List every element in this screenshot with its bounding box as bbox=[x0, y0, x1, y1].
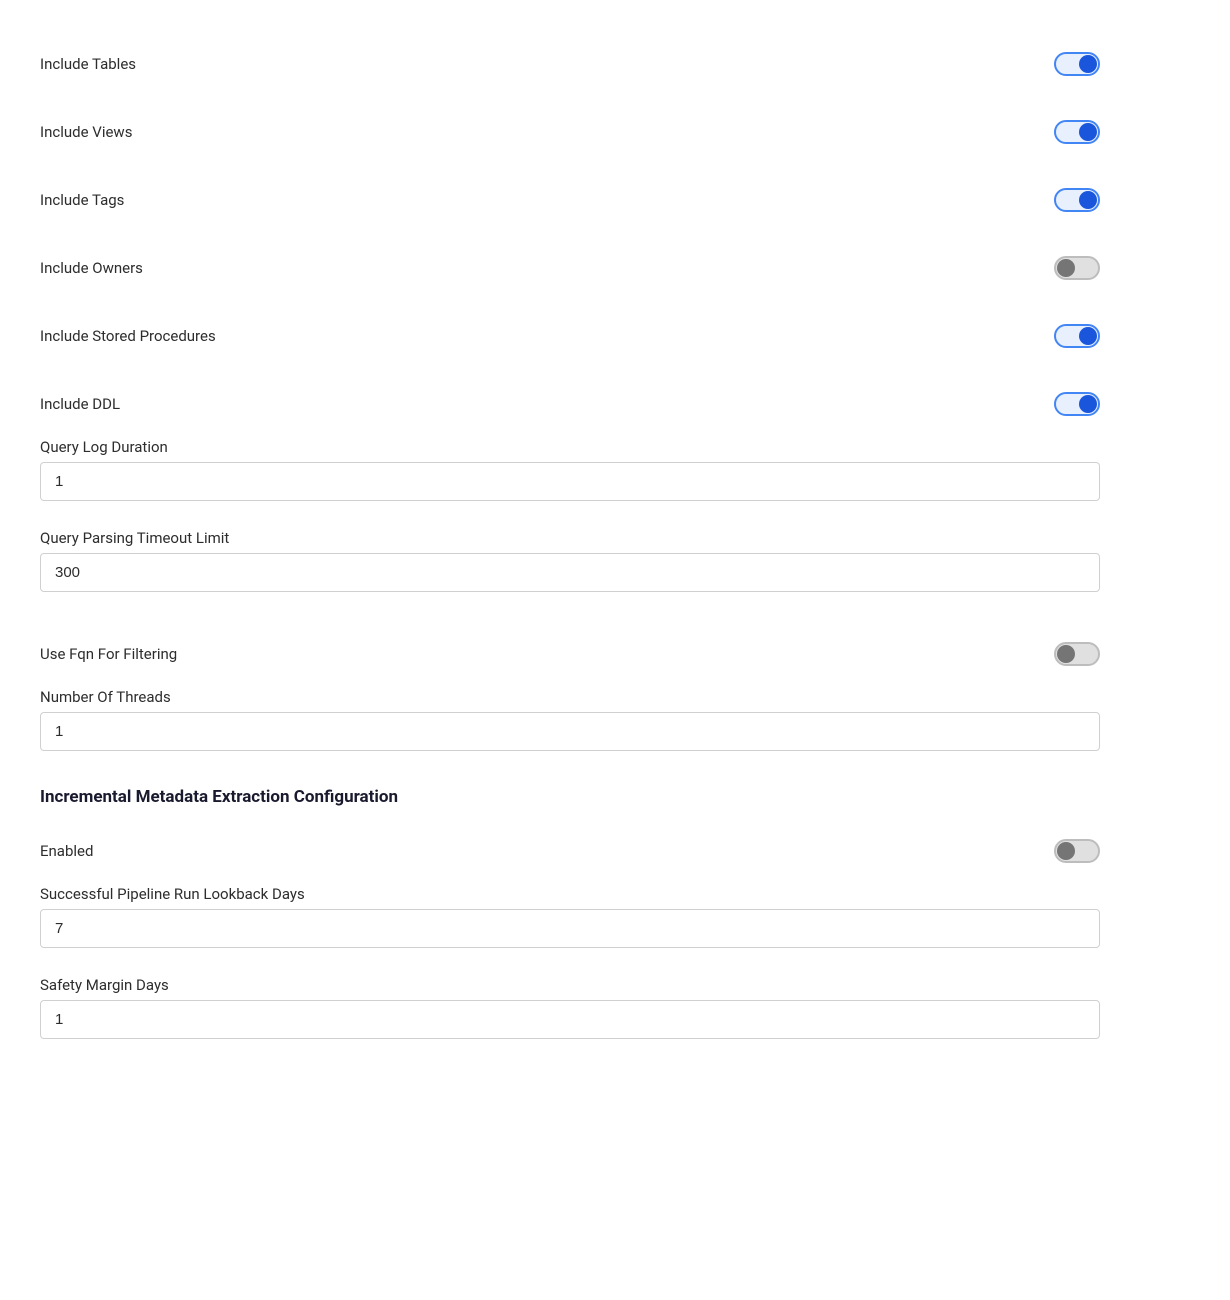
include-tables-thumb bbox=[1079, 55, 1097, 73]
include-stored-procedures-thumb bbox=[1079, 327, 1097, 345]
use-fqn-thumb bbox=[1057, 645, 1075, 663]
safety-margin-days-group: Safety Margin Days bbox=[40, 976, 1100, 1059]
include-tables-toggle[interactable] bbox=[1054, 52, 1100, 76]
include-views-row: Include Views bbox=[40, 98, 1100, 166]
include-tables-row: Include Tables bbox=[40, 30, 1100, 98]
use-fqn-track bbox=[1054, 642, 1100, 666]
include-owners-toggle[interactable] bbox=[1054, 256, 1100, 280]
lookback-days-group: Successful Pipeline Run Lookback Days bbox=[40, 885, 1100, 968]
include-stored-procedures-toggle[interactable] bbox=[1054, 324, 1100, 348]
include-views-track bbox=[1054, 120, 1100, 144]
incremental-section-title: Incremental Metadata Extraction Configur… bbox=[40, 787, 1100, 807]
include-stored-procedures-row: Include Stored Procedures bbox=[40, 302, 1100, 370]
lookback-days-label: Successful Pipeline Run Lookback Days bbox=[40, 885, 1100, 903]
enabled-thumb bbox=[1057, 842, 1075, 860]
include-tables-track bbox=[1054, 52, 1100, 76]
query-log-duration-label: Query Log Duration bbox=[40, 438, 1100, 456]
query-log-duration-input[interactable] bbox=[40, 462, 1100, 501]
include-views-thumb bbox=[1079, 123, 1097, 141]
query-parsing-timeout-label: Query Parsing Timeout Limit bbox=[40, 529, 1100, 547]
toggle-rows-container: Include Tables Include Views Include Tags I… bbox=[40, 30, 1100, 438]
include-stored-procedures-label: Include Stored Procedures bbox=[40, 327, 216, 345]
use-fqn-row: Use Fqn For Filtering bbox=[40, 620, 1100, 688]
include-owners-thumb bbox=[1057, 259, 1075, 277]
include-ddl-thumb bbox=[1079, 395, 1097, 413]
include-owners-track bbox=[1054, 256, 1100, 280]
number-of-threads-input[interactable] bbox=[40, 712, 1100, 751]
settings-container: Include Tables Include Views Include Tags I… bbox=[40, 20, 1100, 1059]
include-tags-track bbox=[1054, 188, 1100, 212]
safety-margin-days-input[interactable] bbox=[40, 1000, 1100, 1039]
enabled-track bbox=[1054, 839, 1100, 863]
include-tags-label: Include Tags bbox=[40, 191, 124, 209]
include-tags-toggle[interactable] bbox=[1054, 188, 1100, 212]
include-owners-label: Include Owners bbox=[40, 259, 143, 277]
include-tables-label: Include Tables bbox=[40, 55, 136, 73]
include-stored-procedures-track bbox=[1054, 324, 1100, 348]
query-log-duration-group: Query Log Duration bbox=[40, 438, 1100, 521]
use-fqn-toggle[interactable] bbox=[1054, 642, 1100, 666]
number-of-threads-label: Number Of Threads bbox=[40, 688, 1100, 706]
include-ddl-label: Include DDL bbox=[40, 395, 120, 413]
safety-margin-days-label: Safety Margin Days bbox=[40, 976, 1100, 994]
enabled-toggle[interactable] bbox=[1054, 839, 1100, 863]
include-ddl-track bbox=[1054, 392, 1100, 416]
query-parsing-timeout-input[interactable] bbox=[40, 553, 1100, 592]
use-fqn-label: Use Fqn For Filtering bbox=[40, 645, 177, 663]
include-ddl-row: Include DDL bbox=[40, 370, 1100, 438]
enabled-row: Enabled bbox=[40, 817, 1100, 885]
include-tags-row: Include Tags bbox=[40, 166, 1100, 234]
include-views-toggle[interactable] bbox=[1054, 120, 1100, 144]
number-of-threads-group: Number Of Threads bbox=[40, 688, 1100, 771]
include-owners-row: Include Owners bbox=[40, 234, 1100, 302]
include-views-label: Include Views bbox=[40, 123, 132, 141]
query-parsing-timeout-group: Query Parsing Timeout Limit bbox=[40, 529, 1100, 612]
include-ddl-toggle[interactable] bbox=[1054, 392, 1100, 416]
lookback-days-input[interactable] bbox=[40, 909, 1100, 948]
enabled-label: Enabled bbox=[40, 842, 93, 860]
include-tags-thumb bbox=[1079, 191, 1097, 209]
